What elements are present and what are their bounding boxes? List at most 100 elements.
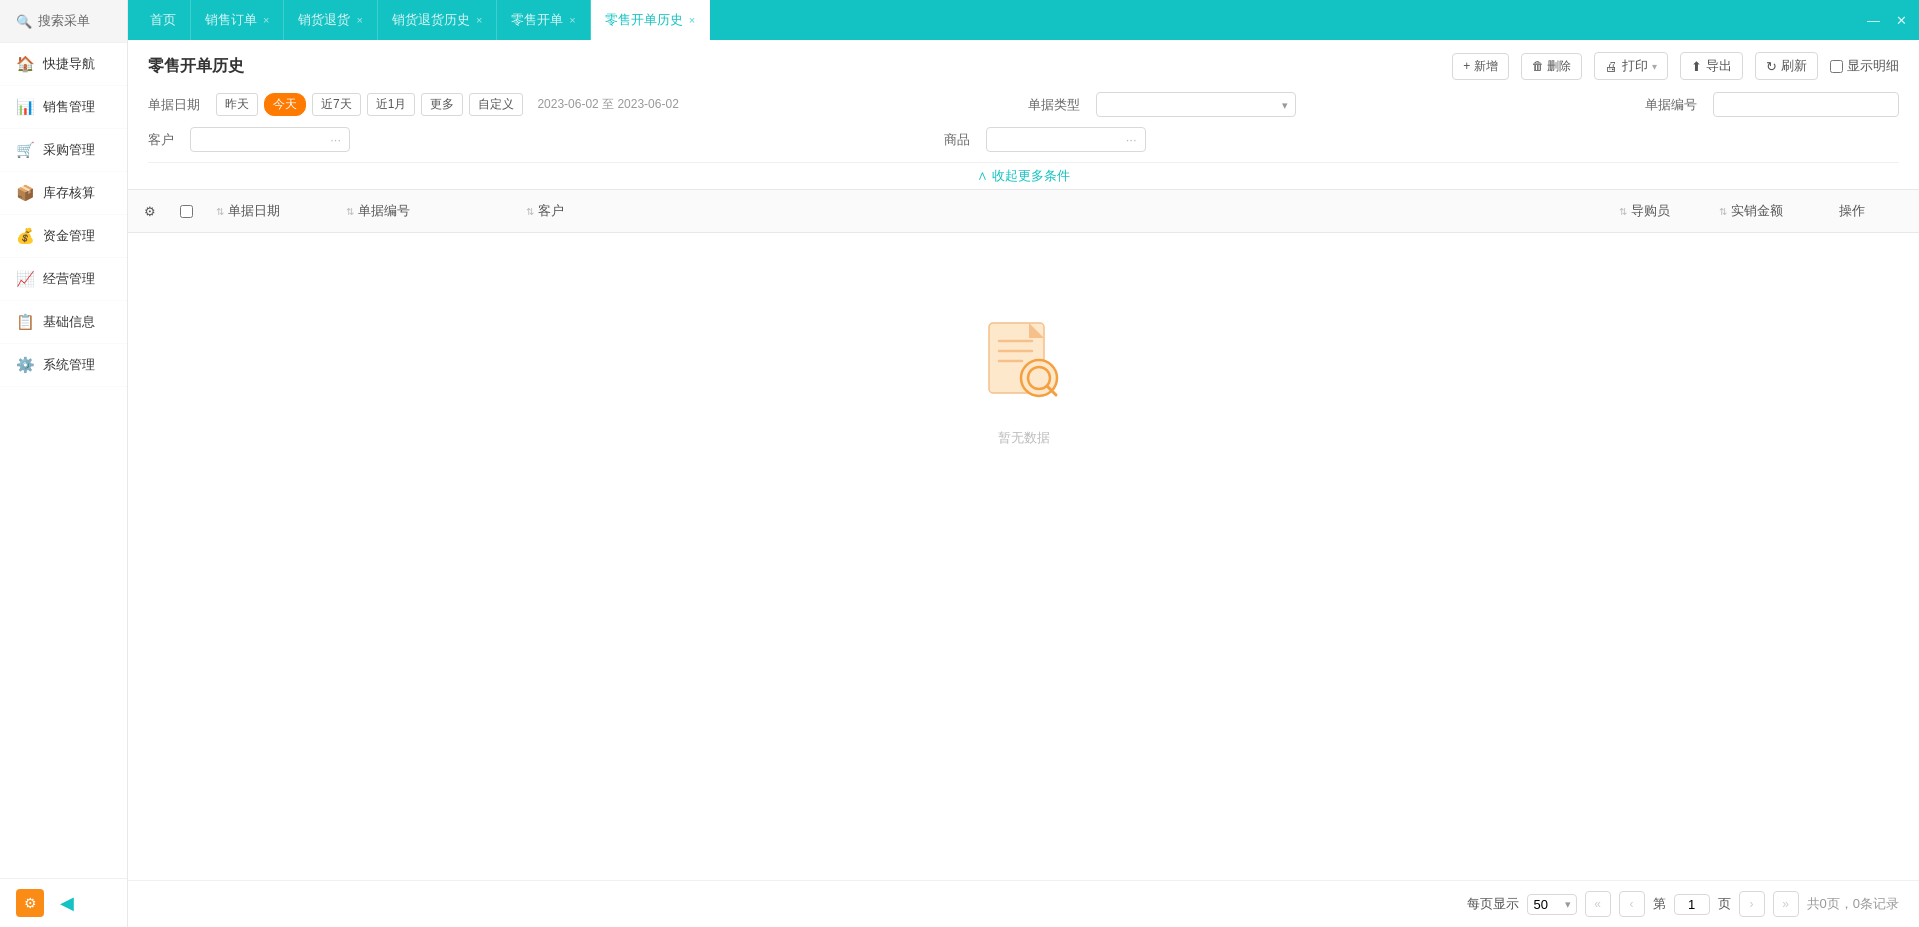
toolbar: + 新增 🗑 删除 🖨 打印 ▾ ⬆ 导出 ↻ 刷新 [1452,52,1899,80]
th-amount-sort-icon[interactable]: ⇅ [1719,206,1727,217]
window-close-button[interactable]: ✕ [1892,13,1911,28]
per-page-select[interactable]: 20 50 100 200 [1527,894,1577,915]
per-page-label: 每页显示 [1467,895,1519,913]
search-icon: 🔍 [16,14,32,29]
sidebar-nav: 🏠 快捷导航📊 销售管理🛒 采购管理📦 库存核算💰 资金管理📈 经营管理📋 基础… [0,43,127,387]
next-page-button[interactable]: › [1739,891,1765,917]
empty-text: 暂无数据 [998,429,1050,447]
refresh-icon: ↻ [1766,59,1777,74]
date-yesterday[interactable]: 昨天 [216,93,258,116]
sidebar-item-inventory[interactable]: 📦 库存核算 [0,172,127,215]
filter-row-1: 单据日期 昨天 今天 近7天 近1月 更多 自定义 2023-06-02 至 2… [148,92,1899,117]
display-detail-checkbox[interactable] [1830,60,1843,73]
sidebar-label-sales-mgmt: 销售管理 [43,98,95,116]
customer-input[interactable]: ··· [190,127,350,152]
tab-label-sales-order: 销售订单 [205,11,257,29]
sidebar-item-purchase-mgmt[interactable]: 🛒 采购管理 [0,129,127,172]
th-customer-sort-icon[interactable]: ⇅ [526,206,534,217]
tab-close-sales-return-history[interactable]: × [476,14,482,26]
tab-close-sales-return[interactable]: × [356,14,362,26]
export-icon: ⬆ [1691,59,1702,74]
date-custom[interactable]: 自定义 [469,93,523,116]
date-1month[interactable]: 近1月 [367,93,416,116]
sidebar-item-operations[interactable]: 📈 经营管理 [0,258,127,301]
th-date-sort-icon[interactable]: ⇅ [216,206,224,217]
page-input[interactable] [1674,894,1710,915]
sidebar-gear-button[interactable]: ⚙ [16,889,44,917]
orderno-input[interactable] [1713,92,1899,117]
window-minimize-button[interactable]: — [1863,13,1884,28]
tab-bar: 首页销售订单×销货退货×销货退货历史×零售开单×零售开单历史× — ✕ [128,0,1919,40]
display-detail-checkbox-label[interactable]: 显示明细 [1830,57,1899,75]
last-page-button[interactable]: » [1773,891,1799,917]
tab-label-retail-history: 零售开单历史 [605,11,683,29]
date-more[interactable]: 更多 [421,93,463,116]
tab-retail-history[interactable]: 零售开单历史 × [591,0,710,40]
sidebar-label-inventory: 库存核算 [43,184,95,202]
tab-sales-return[interactable]: 销货退货× [284,0,377,40]
tab-sales-return-history[interactable]: 销货退货历史× [378,0,497,40]
th-guide-sort-icon[interactable]: ⇅ [1619,206,1627,217]
tab-label-home: 首页 [150,11,176,29]
th-settings[interactable]: ⚙ [136,198,172,225]
delete-button[interactable]: 🗑 删除 [1521,53,1582,80]
tab-home[interactable]: 首页 [136,0,191,40]
table-header: ⚙ ⇅ 单据日期 ⇅ 单据编号 ⇅ 客户 ⇅ [128,190,1919,233]
tab-close-retail-open[interactable]: × [569,14,575,26]
date-range-display: 2023-06-02 至 2023-06-02 [537,96,678,113]
sidebar-item-sys-mgmt[interactable]: ⚙️ 系统管理 [0,344,127,387]
sidebar-bottom: ⚙ ◀ [0,878,127,927]
type-select-wrapper [1096,92,1296,117]
tab-list: 首页销售订单×销货退货×销货退货历史×零售开单×零售开单历史× [136,0,710,40]
sidebar-collapse-button[interactable]: ◀ [60,892,74,914]
date-today[interactable]: 今天 [264,93,306,116]
sidebar-icon-purchase-mgmt: 🛒 [16,141,35,159]
date-filter-label: 单据日期 [148,96,200,114]
type-select[interactable] [1096,92,1296,117]
th-guide: ⇅ 导购员 [1611,196,1711,226]
first-page-button[interactable]: « [1585,891,1611,917]
product-input[interactable]: ··· [986,127,1146,152]
date-7days[interactable]: 近7天 [312,93,361,116]
print-icon: 🖨 [1605,59,1618,74]
sidebar-label-sys-mgmt: 系统管理 [43,356,95,374]
tab-label-retail-open: 零售开单 [511,11,563,29]
tab-sales-order[interactable]: 销售订单 × [191,0,284,40]
orderno-filter-label: 单据编号 [1645,96,1697,114]
tab-close-retail-history[interactable]: × [689,14,695,26]
export-button[interactable]: ⬆ 导出 [1680,52,1743,80]
sidebar: 🔍 搜索采单 🏠 快捷导航📊 销售管理🛒 采购管理📦 库存核算💰 资金管理📈 经… [0,0,128,927]
add-button[interactable]: + 新增 [1452,53,1508,80]
th-orderno-sort-icon[interactable]: ⇅ [346,206,354,217]
per-page-select-wrapper: 20 50 100 200 [1527,894,1577,915]
tab-close-sales-order[interactable]: × [263,14,269,26]
product-ellipsis-icon: ··· [1126,132,1137,147]
filter-area: 单据日期 昨天 今天 近7天 近1月 更多 自定义 2023-06-02 至 2… [148,92,1899,189]
collapse-row[interactable]: ∧ 收起更多条件 [148,162,1899,189]
tab-bar-controls: — ✕ [1863,13,1911,28]
sidebar-icon-basic-info: 📋 [16,313,35,331]
empty-state: 暂无数据 [128,233,1919,527]
th-action: 操作 [1831,196,1911,226]
print-dropdown-icon: ▾ [1652,61,1657,72]
sidebar-item-finance[interactable]: 💰 资金管理 [0,215,127,258]
sidebar-item-sales-mgmt[interactable]: 📊 销售管理 [0,86,127,129]
sidebar-icon-quick-nav: 🏠 [16,55,35,73]
th-checkbox[interactable] [172,199,208,224]
sidebar-icon-sales-mgmt: 📊 [16,98,35,116]
sidebar-search[interactable]: 🔍 搜索采单 [0,0,127,43]
sidebar-label-finance: 资金管理 [43,227,95,245]
select-all-checkbox[interactable] [180,205,193,218]
page-header: 零售开单历史 + 新增 🗑 删除 🖨 打印 ▾ ⬆ 导出 ↻ [128,40,1919,190]
sidebar-icon-sys-mgmt: ⚙️ [16,356,35,374]
refresh-button[interactable]: ↻ 刷新 [1755,52,1818,80]
tab-retail-open[interactable]: 零售开单 × [497,0,590,40]
sidebar-item-quick-nav[interactable]: 🏠 快捷导航 [0,43,127,86]
sidebar-icon-inventory: 📦 [16,184,35,202]
sidebar-label-operations: 经营管理 [43,270,95,288]
print-button[interactable]: 🖨 打印 ▾ [1594,52,1668,80]
sidebar-item-basic-info[interactable]: 📋 基础信息 [0,301,127,344]
prev-page-button[interactable]: ‹ [1619,891,1645,917]
customer-filter-label: 客户 [148,131,174,149]
sidebar-label-purchase-mgmt: 采购管理 [43,141,95,159]
